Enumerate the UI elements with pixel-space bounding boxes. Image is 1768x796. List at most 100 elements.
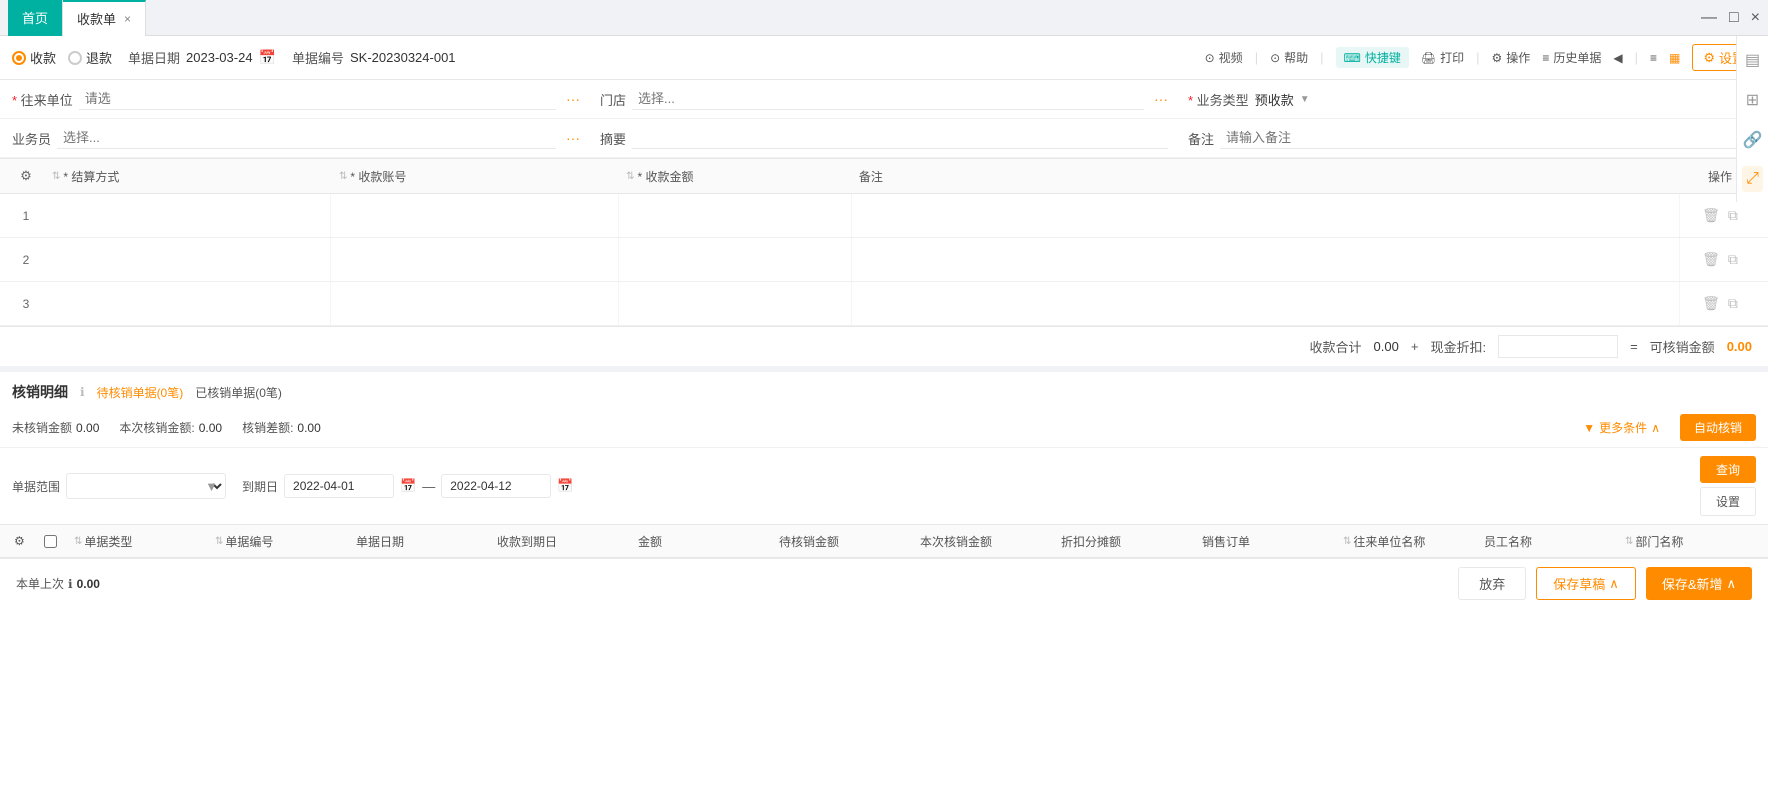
date-label: 单据日期 [128, 48, 180, 67]
help-btn[interactable]: ⊙ 帮助 [1270, 49, 1308, 66]
row-3-copy-icon[interactable]: ⧉ [1728, 295, 1738, 312]
bill-no-value[interactable]: SK-20230324-001 [350, 50, 456, 65]
refund-radio-dot [68, 51, 82, 65]
sort-account-icon[interactable]: ⇅ [339, 171, 347, 182]
salesperson-field: 业务员 ··· [12, 127, 580, 149]
ops-btn[interactable]: ⚙ 操作 [1492, 49, 1531, 66]
bottom-info-value: 0.00 [77, 577, 100, 591]
filter-row: 单据范围 ▼ 到期日 📅 — 📅 查询 [0, 447, 1768, 524]
history-btn[interactable]: ≡ 历史单据 [1542, 49, 1601, 66]
row-2-delete-icon[interactable]: 🗑 [1702, 251, 1720, 268]
row-1-remark[interactable] [852, 194, 1680, 237]
date-to-calendar-icon[interactable]: 📅 [557, 478, 573, 494]
sort-bill-type-icon[interactable]: ⇅ [74, 536, 82, 547]
remark-input[interactable] [1220, 127, 1756, 149]
sort-settlement-icon[interactable]: ⇅ [52, 171, 60, 182]
nav-left-btn[interactable]: ◀ [1613, 51, 1622, 65]
shortcut-btn[interactable]: ⌨ 快捷键 [1336, 47, 1409, 68]
main-content: 收款 退款 单据日期 2023-03-24 📅 单据编号 SK-20230324… [0, 36, 1768, 796]
row-2-account[interactable] [331, 238, 618, 281]
counterpart-input[interactable] [79, 88, 556, 110]
store-input[interactable] [632, 88, 1144, 110]
row-3-account[interactable] [331, 282, 618, 325]
date-separator: — [422, 479, 435, 494]
bottom-info-icon[interactable]: ℹ [68, 577, 73, 591]
bth-amount: 金额 [632, 533, 773, 550]
video-btn[interactable]: ⊙ 视频 [1205, 49, 1243, 66]
tab-close-icon[interactable]: × [124, 12, 131, 26]
sidebar-expand-icon[interactable]: ⤢ [1742, 166, 1763, 192]
row-3-amount[interactable] [619, 282, 852, 325]
query-button[interactable]: 查询 [1700, 456, 1756, 483]
row-2-amount[interactable] [619, 238, 852, 281]
ops-icon: ⚙ [1492, 51, 1503, 65]
video-label: 视频 [1219, 49, 1243, 66]
salesperson-input[interactable] [57, 127, 556, 149]
date-to-input[interactable] [441, 474, 551, 498]
remark-label: 备注 [1188, 129, 1214, 148]
row-1-delete-icon[interactable]: 🗑 [1702, 207, 1720, 224]
row-num-3: 3 [8, 282, 44, 325]
window-minimize-icon[interactable]: — [1701, 9, 1717, 27]
row-1-settlement[interactable] [44, 194, 331, 237]
window-controls: — □ × [1701, 9, 1760, 27]
bill-range-select[interactable] [66, 473, 226, 499]
sidebar-table-icon[interactable]: ▤ [1741, 46, 1764, 74]
toolbar-right: ⊙ 视频 | ⊙ 帮助 | ⌨ 快捷键 🖨 打印 | ⚙ 操作 [1205, 44, 1756, 71]
sidebar-grid-icon[interactable]: ⊞ [1742, 86, 1763, 114]
print-btn[interactable]: 🖨 打印 [1421, 49, 1464, 66]
sort-counterpart-icon[interactable]: ⇅ [1343, 536, 1351, 547]
row-2-settlement[interactable] [44, 238, 331, 281]
save-draft-button[interactable]: 保存草稿 ∧ [1536, 567, 1636, 600]
date-value[interactable]: 2023-03-24 [186, 50, 253, 65]
th-remark: 备注 [851, 168, 1680, 185]
sort-dept-icon[interactable]: ⇅ [1625, 536, 1633, 547]
filter-buttons: 查询 设置 [1700, 456, 1756, 516]
window-close-icon[interactable]: × [1751, 9, 1760, 27]
row-num-1: 1 [8, 194, 44, 237]
sidebar-link-icon[interactable]: 🔗 [1739, 126, 1767, 154]
bth-bill-no: ⇅ 单据编号 [209, 533, 350, 550]
sort-amount-icon[interactable]: ⇅ [626, 171, 634, 182]
row-2-copy-icon[interactable]: ⧉ [1728, 251, 1738, 268]
counterpart-more-icon[interactable]: ··· [566, 91, 580, 107]
row-3-remark[interactable] [852, 282, 1680, 325]
bth-settings[interactable]: ⚙ [8, 534, 38, 548]
tab-current[interactable]: 收款单 × [63, 0, 146, 36]
pending-bills-tag[interactable]: 待核销单据(0笔) [97, 384, 184, 401]
date-from-calendar-icon[interactable]: 📅 [400, 478, 416, 494]
select-all-checkbox[interactable] [44, 535, 57, 548]
date-from-input[interactable] [284, 474, 394, 498]
refund-radio[interactable]: 退款 [68, 48, 112, 67]
table-settings-icon[interactable]: ⚙ [8, 168, 44, 184]
history-icon: ≡ [1542, 51, 1549, 65]
tab-home[interactable]: 首页 [8, 0, 63, 36]
biz-type-arrow-icon[interactable]: ▼ [1300, 94, 1310, 105]
abandon-button[interactable]: 放弃 [1458, 567, 1526, 600]
sep1: | [1255, 50, 1258, 65]
summary-input[interactable] [632, 127, 1168, 149]
row-1-account[interactable] [331, 194, 618, 237]
sort-bill-no-icon[interactable]: ⇅ [215, 536, 223, 547]
save-new-button[interactable]: 保存&新增 ∧ [1646, 567, 1752, 600]
more-conditions-btn[interactable]: ▼ 更多条件 ∧ [1583, 419, 1660, 436]
row-3-delete-icon[interactable]: 🗑 [1702, 295, 1720, 312]
window-restore-icon[interactable]: □ [1729, 9, 1739, 27]
receipt-radio[interactable]: 收款 [12, 48, 56, 67]
settings-small-button[interactable]: 设置 [1700, 487, 1756, 516]
row-1-copy-icon[interactable]: ⧉ [1728, 207, 1738, 224]
store-more-icon[interactable]: ··· [1154, 91, 1168, 107]
row-3-settlement[interactable] [44, 282, 331, 325]
view-switch-btn[interactable]: ≡ [1650, 51, 1657, 65]
row-1-amount[interactable] [619, 194, 852, 237]
summary-plus: + [1411, 339, 1419, 354]
writeoff-info-icon[interactable]: ℹ [80, 385, 85, 399]
sep2: | [1320, 50, 1323, 65]
grid-btn[interactable]: ▦ [1669, 51, 1680, 65]
row-2-remark[interactable] [852, 238, 1680, 281]
salesperson-more-icon[interactable]: ··· [566, 130, 580, 146]
auto-writeoff-button[interactable]: 自动核销 [1680, 414, 1756, 441]
summary-discount-input[interactable] [1498, 335, 1618, 358]
done-bills-tag[interactable]: 已核销单据(0笔) [195, 384, 282, 401]
date-calendar-icon[interactable]: 📅 [259, 49, 276, 66]
